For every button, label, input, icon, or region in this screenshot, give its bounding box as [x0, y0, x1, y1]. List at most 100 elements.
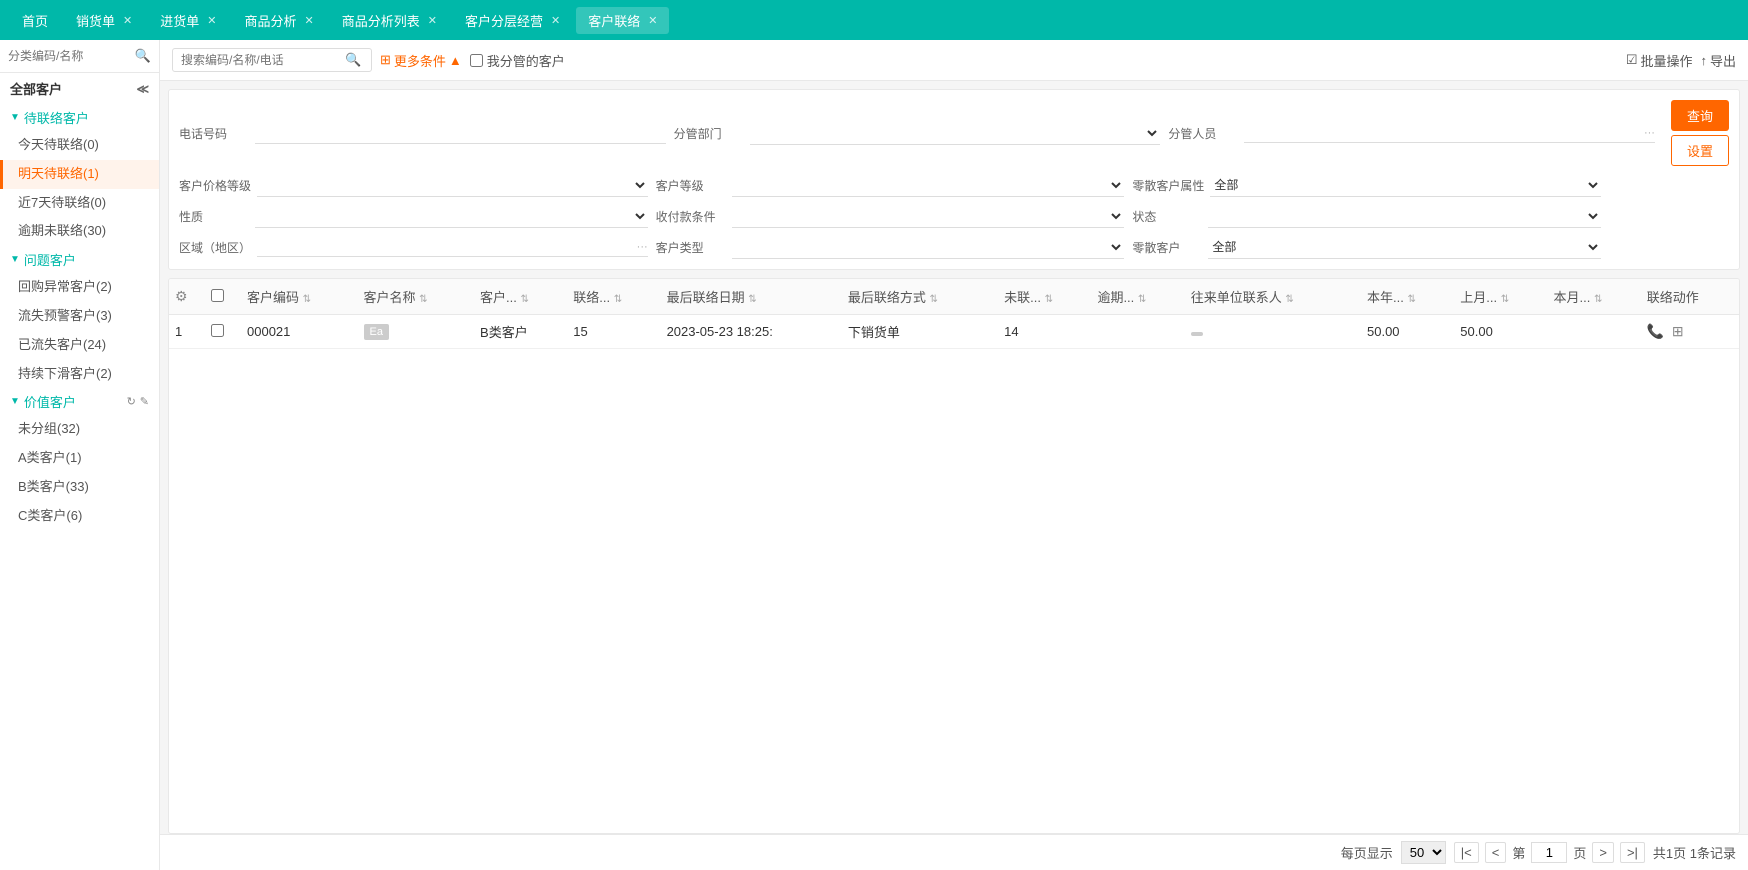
sidebar-item-b-class[interactable]: B类客户(33) [0, 473, 159, 502]
filter-row-4: 区域（地区） ··· 客户类型 零散客户 [179, 236, 1729, 259]
filter-dept: 分管部门 [674, 122, 1161, 145]
filter-region-dots[interactable]: ··· [637, 241, 648, 253]
td-no: 1 [169, 315, 205, 349]
filter-phone-input[interactable] [255, 126, 666, 140]
filter-price-level-select[interactable] [257, 177, 648, 193]
sidebar-item-churn-warning[interactable]: 流失预警客户(3) [0, 302, 159, 331]
pager-next-btn[interactable]: > [1592, 842, 1614, 863]
th-last-date-sort[interactable]: ⇅ [748, 294, 756, 305]
nav-customer-mgmt-close[interactable]: ✕ [551, 14, 560, 27]
pending-collapse-icon[interactable]: ▼ [10, 112, 20, 123]
th-contacts-sort[interactable]: ⇅ [614, 294, 622, 305]
th-last-type-sort[interactable]: ⇅ [929, 294, 937, 305]
filter-retail-attr: 零散客户属性 全部 [1132, 174, 1601, 197]
filter-status-select[interactable] [1208, 208, 1601, 224]
my-customers-check[interactable] [470, 54, 483, 67]
set-btn[interactable]: 设置 [1671, 135, 1729, 166]
nav-analysis-close[interactable]: ✕ [305, 14, 314, 27]
nav-sales[interactable]: 销货单 ✕ [64, 7, 144, 34]
more-conditions-label: 更多条件 [394, 51, 446, 70]
sidebar-item-declining[interactable]: 持续下滑客户(2) [0, 360, 159, 389]
th-this-month-sort[interactable]: ⇅ [1594, 294, 1602, 305]
my-customers-checkbox[interactable]: 我分管的客户 [470, 51, 565, 70]
table-header-row: ⚙ 客户编码 ⇅ 客户名称 ⇅ [169, 279, 1739, 315]
footer: 每页显示 50 |< < 第 页 > >| 共1页 1条记录 [160, 834, 1748, 870]
query-btn[interactable]: 查询 [1671, 100, 1729, 131]
content-area: 🔍 ⊞ 更多条件 ▲ 我分管的客户 ☑ 批量操作 ↑ 导出 [160, 40, 1748, 870]
batch-ops-btn[interactable]: ☑ 批量操作 [1626, 51, 1693, 70]
filter-gender: 性质 [179, 205, 648, 228]
th-unit-contact-sort[interactable]: ⇅ [1285, 294, 1293, 305]
nav-analysis[interactable]: 商品分析 ✕ [232, 7, 325, 34]
problem-collapse-icon[interactable]: ▼ [10, 254, 20, 265]
th-overdue-sort[interactable]: ⇅ [1138, 294, 1146, 305]
nav-customer-contact-close[interactable]: ✕ [648, 14, 657, 27]
value-group-label: 价值客户 [24, 392, 76, 411]
filter-retail-attr-select[interactable]: 全部 [1210, 177, 1601, 193]
nav-sales-close[interactable]: ✕ [123, 14, 132, 27]
sidebar-search-input[interactable] [8, 49, 131, 63]
sidebar-item-overdue[interactable]: 逾期未联络(30) [0, 217, 159, 246]
nav-customer-contact-label: 客户联络 [588, 11, 640, 30]
th-contacts: 联络... ⇅ [567, 279, 660, 315]
filter-dept-select[interactable] [750, 125, 1161, 141]
sidebar-item-tomorrow[interactable]: 明天待联络(1) [0, 160, 159, 189]
th-type-sort[interactable]: ⇅ [521, 294, 529, 305]
select-all-checkbox[interactable] [211, 289, 224, 302]
th-this-year-sort[interactable]: ⇅ [1407, 294, 1415, 305]
filter-customer-type-select[interactable] [732, 239, 1125, 255]
th-last-month-sort[interactable]: ⇅ [1501, 294, 1509, 305]
filter-person-label: 分管人员 [1168, 125, 1238, 142]
pager-prev-btn[interactable]: < [1485, 842, 1507, 863]
nav-analysis-list[interactable]: 商品分析列表 ✕ [330, 7, 449, 34]
nav-purchase-close[interactable]: ✕ [207, 14, 216, 27]
value-edit-icon[interactable]: ✎ [140, 395, 149, 408]
th-no-contact-sort[interactable]: ⇅ [1045, 294, 1053, 305]
sidebar-group-value: ▼ 价值客户 ↻ ✎ [0, 388, 159, 415]
all-customers-section[interactable]: 全部客户 ≪ [0, 73, 159, 104]
row-grid-icon[interactable]: ⊞ [1672, 323, 1684, 339]
sidebar-item-churned[interactable]: 已流失客户(24) [0, 331, 159, 360]
pager-first-btn[interactable]: |< [1454, 842, 1479, 863]
sidebar-item-a-class[interactable]: A类客户(1) [0, 444, 159, 473]
customer-name-badge: Ea [364, 324, 389, 340]
nav-customer-mgmt[interactable]: 客户分层经营 ✕ [453, 7, 572, 34]
nav-purchase[interactable]: 进货单 ✕ [148, 7, 228, 34]
problem-group-label: 问题客户 [24, 250, 76, 269]
sidebar-item-week[interactable]: 近7天待联络(0) [0, 189, 159, 218]
sidebar-item-abnormal[interactable]: 回购异常客户(2) [0, 273, 159, 302]
th-code-sort[interactable]: ⇅ [303, 294, 311, 305]
filter-customer-type-label: 客户类型 [656, 239, 726, 256]
sidebar-item-today[interactable]: 今天待联络(0) [0, 131, 159, 160]
last-contact-type-link[interactable]: 下销货单 [848, 325, 900, 340]
pager-last-btn[interactable]: >| [1620, 842, 1645, 863]
nav-customer-contact[interactable]: 客户联络 ✕ [576, 7, 669, 34]
nav-home[interactable]: 首页 [10, 7, 60, 34]
sidebar-item-ungrouped[interactable]: 未分组(32) [0, 415, 159, 444]
filter-gender-select[interactable] [255, 208, 648, 224]
row-checkbox[interactable] [211, 324, 224, 337]
table-area: ⚙ 客户编码 ⇅ 客户名称 ⇅ [168, 278, 1740, 834]
nav-analysis-list-close[interactable]: ✕ [428, 14, 437, 27]
filter-person-dots[interactable]: ··· [1644, 127, 1655, 139]
row-phone-icon[interactable]: 📞 [1647, 323, 1664, 339]
collapse-icon[interactable]: ≪ [136, 82, 149, 96]
more-conditions-btn[interactable]: ⊞ 更多条件 ▲ [380, 51, 462, 70]
filter-retail-customer-select[interactable]: 全部 [1208, 239, 1601, 255]
filter-customer-level-select[interactable] [732, 177, 1125, 193]
th-name-sort[interactable]: ⇅ [419, 294, 427, 305]
value-refresh-icon[interactable]: ↻ [127, 395, 136, 408]
export-btn[interactable]: ↑ 导出 [1700, 51, 1736, 70]
value-collapse-icon[interactable]: ▼ [10, 396, 20, 407]
search-icon[interactable]: 🔍 [345, 52, 361, 68]
sidebar-search-icon[interactable]: 🔍 [135, 48, 151, 64]
sidebar-item-c-class[interactable]: C类客户(6) [0, 502, 159, 531]
filter-region: 区域（地区） ··· [179, 238, 648, 257]
per-page-select[interactable]: 50 [1401, 841, 1446, 864]
table-settings-icon[interactable]: ⚙ [175, 288, 188, 304]
th-overdue: 逾期... ⇅ [1091, 279, 1184, 315]
filter-payment-select[interactable] [732, 208, 1125, 224]
search-input[interactable] [181, 53, 341, 67]
top-nav: 首页 销货单 ✕ 进货单 ✕ 商品分析 ✕ 商品分析列表 ✕ 客户分层经营 ✕ … [0, 0, 1748, 40]
page-input[interactable] [1531, 842, 1567, 863]
